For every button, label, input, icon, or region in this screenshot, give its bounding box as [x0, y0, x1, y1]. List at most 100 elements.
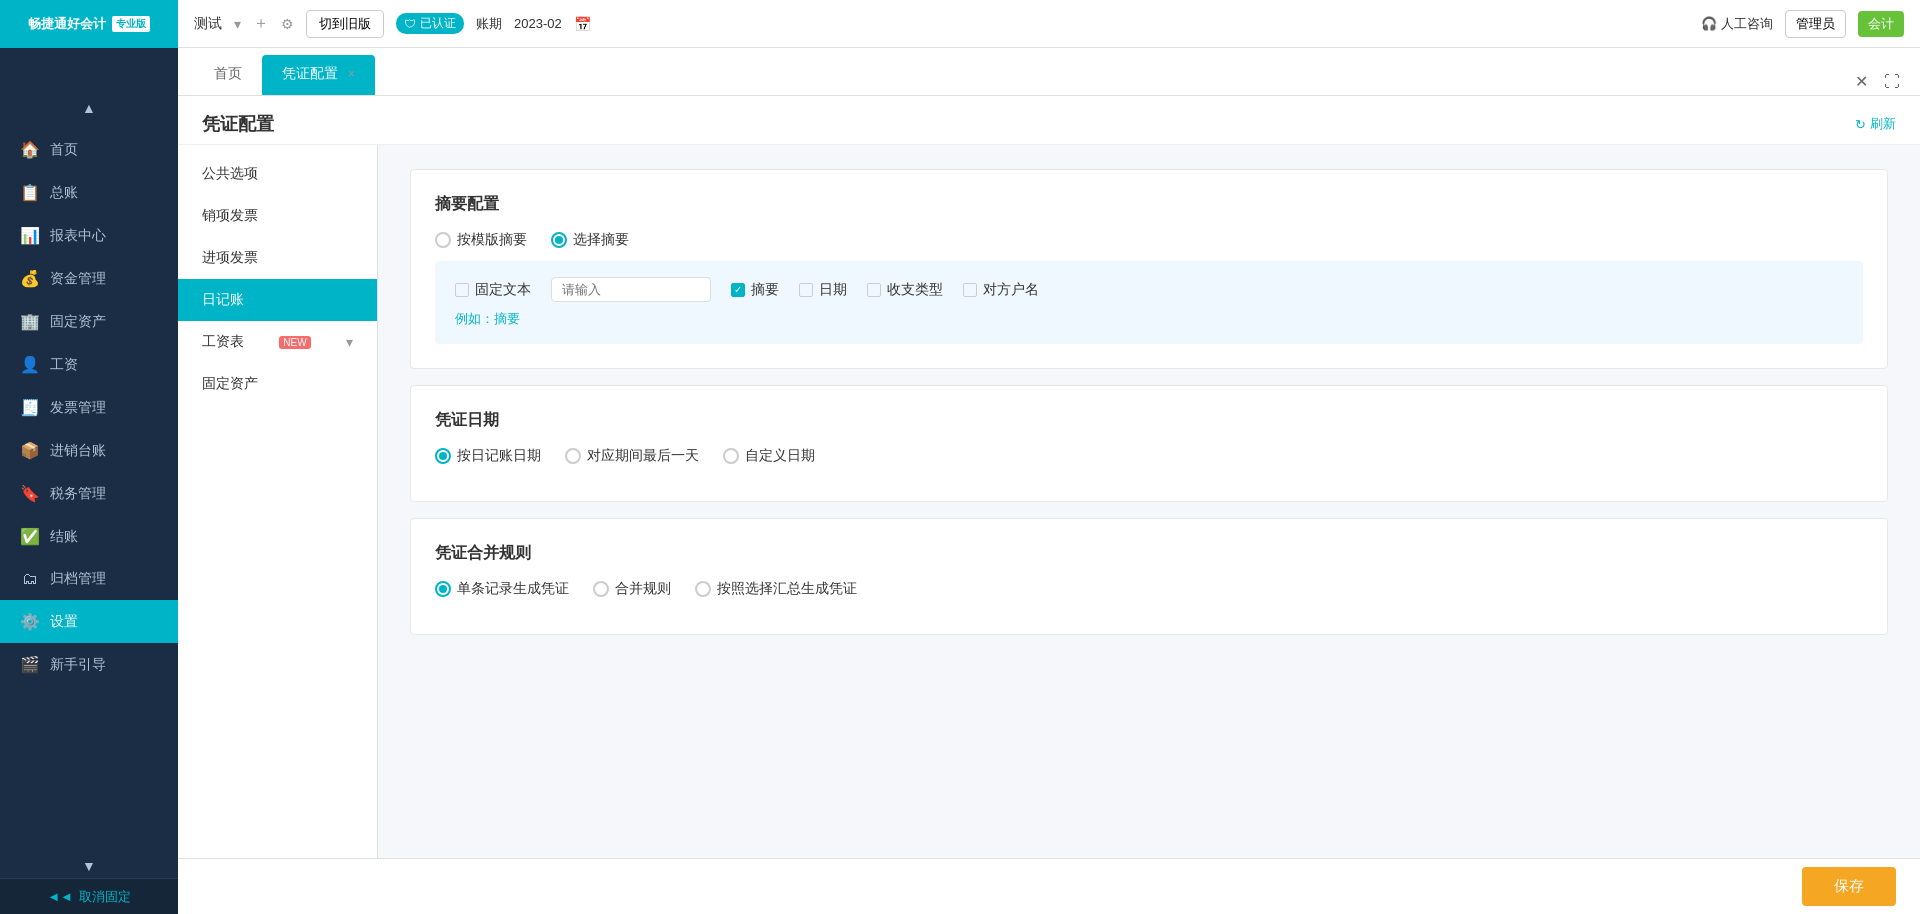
radio-summary-generate[interactable]: 按照选择汇总生成凭证 [695, 580, 857, 598]
expand-icon: ▾ [346, 334, 353, 350]
sidebar-item-sales[interactable]: 📦 进销台账 [0, 429, 178, 472]
summary-config-title: 摘要配置 [435, 194, 1863, 215]
summary-config-section: 摘要配置 按模版摘要 选择摘要 [410, 169, 1888, 369]
project-name: 测试 [194, 15, 222, 33]
radio-period-last[interactable]: 对应期间最后一天 [565, 447, 699, 465]
sidebar-item-home[interactable]: 🏠 首页 [0, 128, 178, 171]
radio-circle-journal-date [435, 448, 451, 464]
bottom-bar: 保存 [178, 858, 1920, 914]
sidebar-item-settings[interactable]: ⚙️ 设置 [0, 600, 178, 643]
sidebar-item-label: 设置 [50, 613, 78, 631]
sidebar-item-archive[interactable]: 🗂 归档管理 [0, 558, 178, 600]
single-record-label: 单条记录生成凭证 [457, 580, 569, 598]
assets-icon: 🏢 [20, 312, 40, 331]
sidebar-item-label: 税务管理 [50, 485, 106, 503]
radio-select-summary[interactable]: 选择摘要 [551, 231, 629, 249]
left-nav-label: 公共选项 [202, 165, 258, 181]
sidebar-item-tax[interactable]: 🔖 税务管理 [0, 472, 178, 515]
consult-button[interactable]: 🎧 人工咨询 [1701, 15, 1773, 33]
radio-select-label: 选择摘要 [573, 231, 629, 249]
consult-label: 人工咨询 [1721, 15, 1773, 33]
add-icon[interactable]: ＋ [253, 13, 269, 34]
funds-icon: 💰 [20, 269, 40, 288]
radio-circle-single [435, 581, 451, 597]
period-label: 账期 [476, 15, 502, 33]
sidebar-item-label: 报表中心 [50, 227, 106, 245]
dropdown-icon[interactable]: ▾ [234, 16, 241, 32]
sales-icon: 📦 [20, 441, 40, 460]
merge-rules-title: 凭证合并规则 [435, 543, 1863, 564]
date-label: 日期 [819, 281, 847, 299]
calendar-icon[interactable]: 📅 [574, 16, 591, 32]
sidebar-item-label: 总账 [50, 184, 78, 202]
sidebar-item-label: 固定资产 [50, 313, 106, 331]
radio-circle-select [551, 232, 567, 248]
checkbox-box-date [799, 283, 813, 297]
checkbox-date[interactable]: 日期 [799, 281, 847, 299]
sidebar-item-payroll[interactable]: 👤 工资 [0, 343, 178, 386]
radio-circle-custom-date [723, 448, 739, 464]
radio-single-record[interactable]: 单条记录生成凭证 [435, 580, 569, 598]
fixed-text-label: 固定文本 [475, 281, 531, 299]
refresh-button[interactable]: ↻ 刷新 [1855, 115, 1896, 133]
sidebar-scroll-up[interactable]: ▲ [0, 96, 178, 120]
checkbox-box-payment-type [867, 283, 881, 297]
sidebar-item-funds[interactable]: 💰 资金管理 [0, 257, 178, 300]
page-title: 凭证配置 [202, 112, 274, 136]
close-window-button[interactable]: ✕ [1851, 68, 1872, 95]
switch-old-version-button[interactable]: 切到旧版 [306, 10, 384, 38]
settings-icon[interactable]: ⚙ [281, 16, 294, 32]
sidebar-item-label: 首页 [50, 141, 78, 159]
sidebar-item-label: 新手引导 [50, 656, 106, 674]
sidebar-item-invoices[interactable]: 🧾 发票管理 [0, 386, 178, 429]
tab-close-button[interactable]: × [348, 67, 355, 81]
refresh-icon: ↻ [1855, 117, 1866, 132]
checkbox-counterpart[interactable]: 对方户名 [963, 281, 1039, 299]
fullscreen-button[interactable]: ⛶ [1880, 69, 1904, 95]
sidebar-item-ledger[interactable]: 📋 总账 [0, 171, 178, 214]
tab-voucher-config[interactable]: 凭证配置 × [262, 55, 375, 95]
radio-template-summary[interactable]: 按模版摘要 [435, 231, 527, 249]
role-label: 会计 [1858, 11, 1904, 37]
radio-circle-period-last [565, 448, 581, 464]
sidebar-scroll-down[interactable]: ▼ [0, 854, 178, 878]
radio-merge-rules[interactable]: 合并规则 [593, 580, 671, 598]
sidebar-item-reports[interactable]: 📊 报表中心 [0, 214, 178, 257]
payroll-icon: 👤 [20, 355, 40, 374]
settings-nav-icon: ⚙️ [20, 612, 40, 631]
checkbox-payment-type[interactable]: 收支类型 [867, 281, 943, 299]
scroll-area: 摘要配置 按模版摘要 选择摘要 [378, 145, 1920, 675]
checkbox-summary[interactable]: ✓ 摘要 [731, 281, 779, 299]
summary-generate-label: 按照选择汇总生成凭证 [717, 580, 857, 598]
radio-journal-date[interactable]: 按日记账日期 [435, 447, 541, 465]
tab-home[interactable]: 首页 [194, 55, 262, 95]
cancel-fixed-button[interactable]: ◄◄ 取消固定 [0, 878, 178, 914]
left-nav-journal[interactable]: 日记账 [178, 279, 377, 321]
voucher-date-section: 凭证日期 按日记账日期 对应期间最后一天 [410, 385, 1888, 502]
save-button[interactable]: 保存 [1802, 867, 1896, 906]
sidebar: ▲ 🏠 首页 📋 总账 📊 报表中心 💰 资金管理 🏢 固定资产 [0, 48, 178, 914]
tax-icon: 🔖 [20, 484, 40, 503]
checkbox-box-counterpart [963, 283, 977, 297]
left-nav-salary-table[interactable]: 工资表 NEW ▾ [178, 321, 377, 363]
left-nav-purchase-invoice[interactable]: 进项发票 [178, 237, 377, 279]
radio-circle-summary-generate [695, 581, 711, 597]
manager-button[interactable]: 管理员 [1785, 10, 1846, 38]
merge-rules-radio-group: 单条记录生成凭证 合并规则 按照选择汇总生成凭证 [435, 580, 1863, 598]
left-nav-public[interactable]: 公共选项 [178, 153, 377, 195]
sidebar-item-assets[interactable]: 🏢 固定资产 [0, 300, 178, 343]
sidebar-item-checkout[interactable]: ✅ 结账 [0, 515, 178, 558]
certified-label: 已认证 [420, 15, 456, 32]
left-nav-fixed-assets[interactable]: 固定资产 [178, 363, 377, 405]
logo-text: 畅捷通好会计 [28, 15, 106, 33]
left-nav-sales-invoice[interactable]: 销项发票 [178, 195, 377, 237]
checkbox-fixed-text[interactable]: 固定文本 [455, 281, 531, 299]
sidebar-item-guide[interactable]: 🎬 新手引导 [0, 643, 178, 686]
logo: 畅捷通好会计 专业版 [0, 0, 178, 48]
radio-custom-date[interactable]: 自定义日期 [723, 447, 815, 465]
tab-label: 凭证配置 [282, 65, 338, 81]
left-nav-label: 进项发票 [202, 249, 258, 265]
checkbox-box-summary: ✓ [731, 283, 745, 297]
fixed-text-input[interactable] [551, 277, 711, 302]
sidebar-item-label: 发票管理 [50, 399, 106, 417]
